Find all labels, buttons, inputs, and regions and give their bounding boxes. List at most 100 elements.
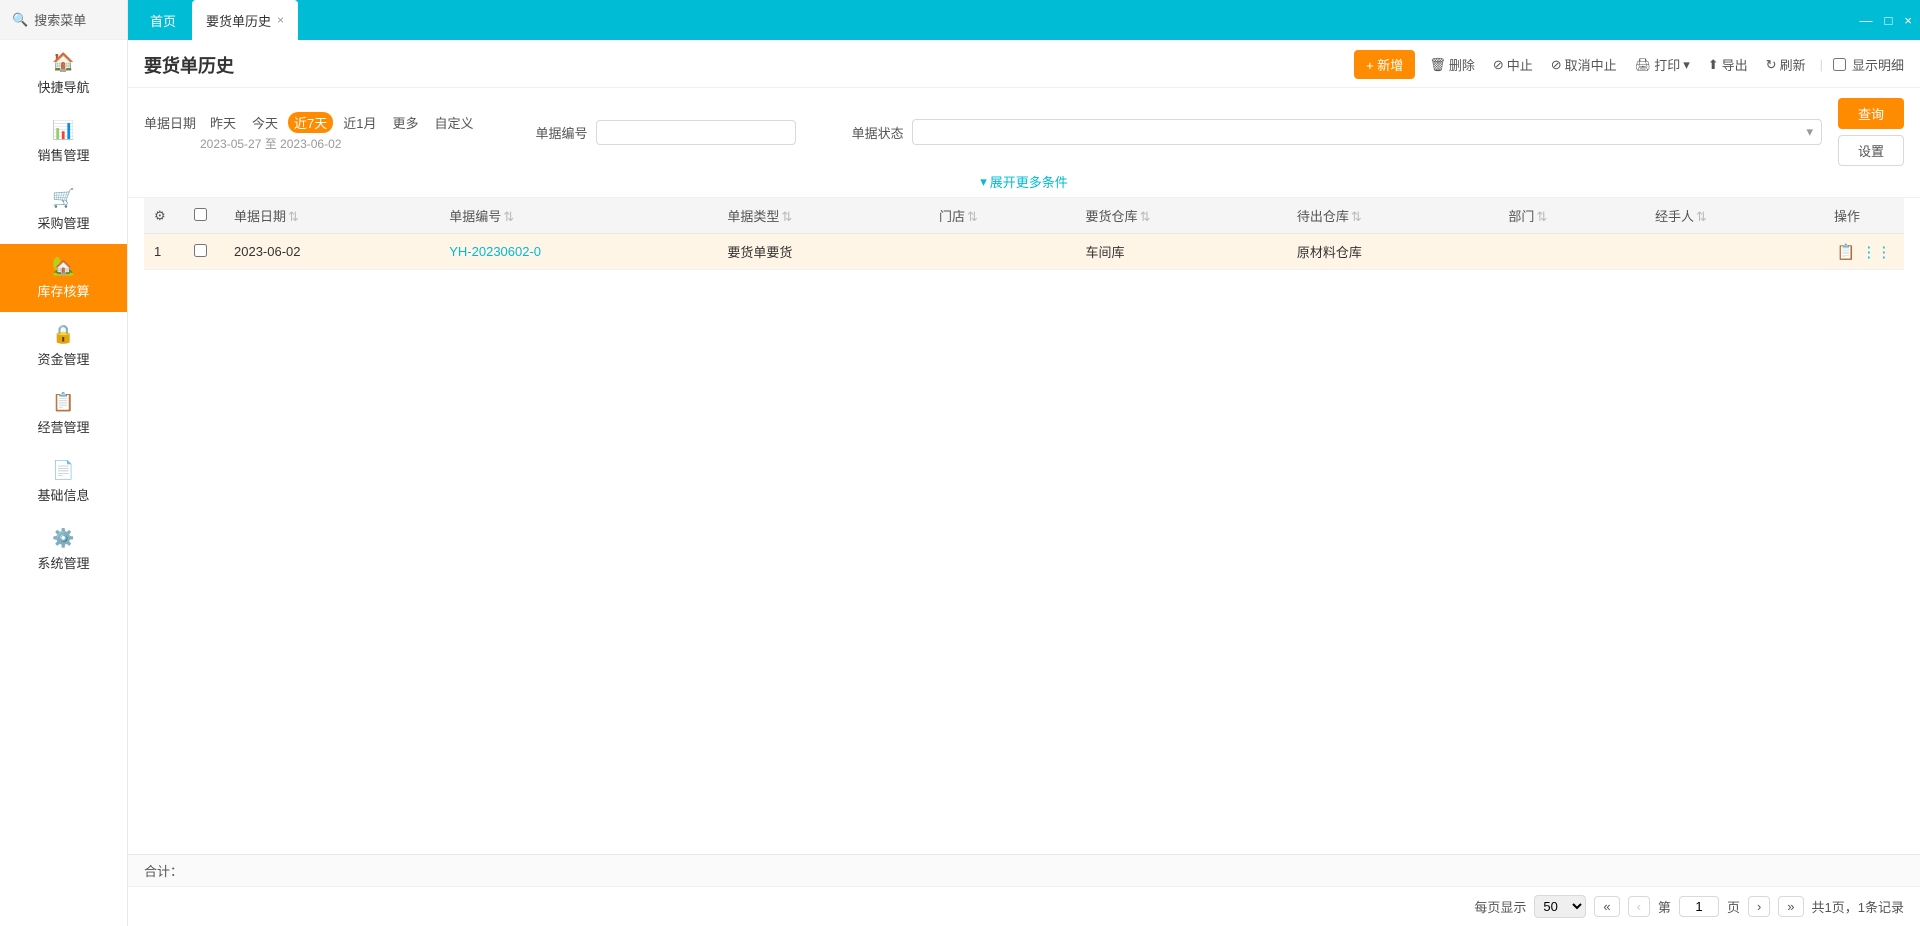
sidebar-item-operation[interactable]: 📋 经营管理 (0, 380, 127, 448)
delete-label: 删除 (1449, 55, 1475, 74)
sort-bill-type-icon[interactable]: ⇅ (781, 209, 792, 224)
print-button[interactable]: 🖨 打印 ▾ (1631, 53, 1694, 76)
sort-department-icon[interactable]: ⇅ (1536, 209, 1547, 224)
purchase-icon: 🛒 (52, 188, 74, 209)
date-btn-1month[interactable]: 近1月 (337, 112, 382, 133)
bill-no-filter-label: 单据编号 (536, 123, 588, 142)
cancel-stop-label: 取消中止 (1565, 55, 1617, 74)
col-action: 操作 (1824, 198, 1904, 234)
home-icon: 🏠 (52, 52, 74, 73)
sort-handler-icon[interactable]: ⇅ (1696, 209, 1707, 224)
refresh-icon: ↻ (1766, 57, 1777, 73)
data-table: ⚙ 单据日期⇅ 单据编号⇅ 单据类型⇅ (144, 198, 1904, 270)
display-detail-checkbox[interactable] (1833, 58, 1846, 71)
close-window-button[interactable]: × (1904, 13, 1912, 28)
last-page-button[interactable]: » (1778, 896, 1803, 917)
print-icon: 🖨 (1635, 57, 1652, 73)
cancel-stop-icon: ⊘ (1551, 57, 1562, 73)
maximize-button[interactable]: □ (1885, 13, 1893, 28)
col-req-warehouse: 要货仓库⇅ (1076, 198, 1287, 234)
edit-action-icon[interactable]: ⋮⋮ (1861, 243, 1891, 261)
row-bill-no: YH-20230602-0 (439, 234, 717, 270)
sidebar-item-basic[interactable]: 📄 基础信息 (0, 448, 127, 516)
system-icon: ⚙️ (52, 528, 74, 549)
refresh-button[interactable]: ↻ 刷新 (1762, 53, 1810, 76)
cancel-stop-button[interactable]: ⊘ 取消中止 (1547, 53, 1621, 76)
col-department: 部门⇅ (1498, 198, 1645, 234)
sidebar-item-label: 经营管理 (37, 417, 89, 436)
date-btn-custom[interactable]: 自定义 (429, 112, 480, 133)
sort-date-icon[interactable]: ⇅ (288, 209, 299, 224)
col-pending-warehouse: 待出仓库⇅ (1287, 198, 1499, 234)
table-footer: 合计： (128, 854, 1920, 886)
stop-button[interactable]: ⊘ 中止 (1489, 53, 1537, 76)
col-bill-no: 单据编号⇅ (439, 198, 717, 234)
export-button[interactable]: ⬆ 导出 (1704, 53, 1752, 76)
col-store: 门店⇅ (929, 198, 1076, 234)
tab-active[interactable]: 要货单历史 × (192, 0, 298, 40)
sidebar-item-label: 销售管理 (37, 145, 89, 164)
sidebar: 🔍 搜索菜单 🏠 快捷导航 📊 销售管理 🛒 采购管理 🏡 库存核算 🔒 资金管… (0, 0, 128, 926)
bill-no-input[interactable] (596, 120, 796, 145)
first-page-button[interactable]: « (1594, 896, 1619, 917)
sidebar-item-sales[interactable]: 📊 销售管理 (0, 108, 127, 176)
query-button[interactable]: 查询 (1838, 98, 1904, 129)
date-btn-yesterday[interactable]: 昨天 (204, 112, 242, 133)
filter-row-1: 单据日期 昨天 今天 近7天 近1月 更多 自定义 2023-05-27 至 2… (144, 98, 1904, 166)
bill-no-link[interactable]: YH-20230602-0 (449, 244, 541, 259)
display-detail-button[interactable]: 显示明细 (1833, 55, 1904, 74)
sidebar-item-search-menu[interactable]: 🔍 搜索菜单 (0, 0, 127, 40)
sidebar-item-finance[interactable]: 🔒 资金管理 (0, 312, 127, 380)
per-page-select[interactable]: 50 100 200 (1534, 895, 1586, 918)
sort-store-icon[interactable]: ⇅ (967, 209, 978, 224)
export-icon: ⬆ (1708, 57, 1719, 73)
sidebar-item-label: 搜索菜单 (34, 10, 86, 29)
minimize-button[interactable]: — (1860, 13, 1873, 28)
stop-icon: ⊘ (1493, 57, 1504, 73)
sidebar-item-inventory[interactable]: 🏡 库存核算 (0, 244, 127, 312)
col-settings[interactable]: ⚙ (144, 198, 184, 234)
pagination: 每页显示 50 100 200 « ‹ 第 页 › » 共1页，1条记录 (128, 886, 1920, 926)
date-filter-label: 单据日期 (144, 113, 196, 132)
row-select-checkbox[interactable] (194, 244, 207, 257)
search-icon: 🔍 (12, 12, 28, 28)
col-bill-type: 单据类型⇅ (717, 198, 929, 234)
prev-page-button[interactable]: ‹ (1628, 896, 1650, 917)
date-btn-more[interactable]: 更多 (387, 112, 425, 133)
tab-home-label: 首页 (150, 11, 176, 30)
row-pending-warehouse: 原材料仓库 (1287, 234, 1499, 270)
sidebar-item-system[interactable]: ⚙️ 系统管理 (0, 516, 127, 584)
expand-label: 展开更多条件 (990, 172, 1068, 191)
action-icons: 📋 ⋮⋮ (1834, 243, 1894, 261)
next-page-button[interactable]: › (1748, 896, 1770, 917)
row-bill-type: 要货单要货 (717, 234, 929, 270)
refresh-label: 刷新 (1780, 55, 1806, 74)
sidebar-item-quick-nav[interactable]: 🏠 快捷导航 (0, 40, 127, 108)
date-btn-today[interactable]: 今天 (246, 112, 284, 133)
page-area: 要货单历史 + 新增 🗑 删除 ⊘ 中止 ⊘ 取消中止 🖨 打印 (128, 40, 1920, 926)
page-title: 要货单历史 (144, 52, 234, 78)
expand-more-button[interactable]: ▾ 展开更多条件 (980, 172, 1068, 191)
new-button[interactable]: + 新增 (1354, 50, 1415, 79)
sort-bill-no-icon[interactable]: ⇅ (503, 209, 514, 224)
date-btn-7days[interactable]: 近7天 (288, 112, 333, 133)
sidebar-item-label: 基础信息 (37, 485, 89, 504)
delete-button[interactable]: 🗑 删除 (1425, 53, 1479, 76)
sort-req-warehouse-icon[interactable]: ⇅ (1140, 209, 1151, 224)
settings-button[interactable]: 设置 (1838, 135, 1904, 166)
sort-pending-warehouse-icon[interactable]: ⇅ (1351, 209, 1362, 224)
select-all-checkbox[interactable] (194, 208, 207, 221)
sidebar-item-purchase[interactable]: 🛒 采购管理 (0, 176, 127, 244)
export-label: 导出 (1722, 55, 1748, 74)
status-select[interactable]: ▾ (912, 119, 1822, 145)
tab-home[interactable]: 首页 (136, 0, 190, 40)
current-page-input[interactable] (1679, 896, 1719, 917)
query-settings-buttons: 查询 设置 (1838, 98, 1904, 166)
table-body: 1 2023-06-02 YH-20230602-0 要货单要货 车间库 原材料… (144, 234, 1904, 270)
close-tab-icon[interactable]: × (277, 13, 284, 27)
stop-label: 中止 (1507, 55, 1533, 74)
print-label: 打印 (1654, 55, 1680, 74)
sidebar-item-label: 库存核算 (37, 281, 89, 300)
view-action-icon[interactable]: 📋 (1837, 243, 1856, 261)
delete-icon: 🗑 (1429, 57, 1446, 73)
